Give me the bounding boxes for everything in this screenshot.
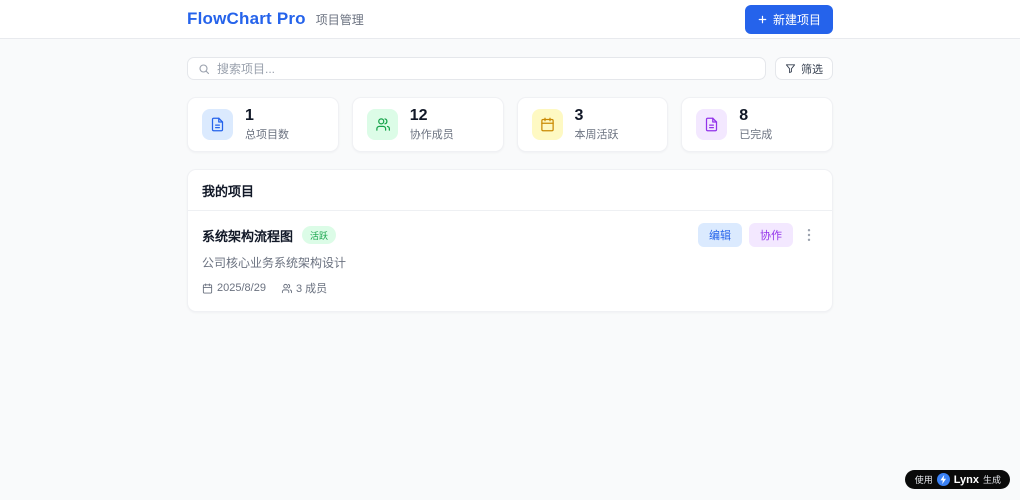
stats-row: 1 总项目数 12 协作成员 3 本周活跃 8 已完成 [187,97,833,152]
project-members: 3 成员 [281,280,327,296]
stat-text: 1 总项目数 [245,107,289,143]
search-input[interactable] [217,61,755,76]
stat-label: 总项目数 [245,129,289,142]
app-header: FlowChart Pro 项目管理 新建项目 [0,0,1020,39]
kebab-menu-icon [803,228,815,242]
project-date-text: 2025/8/29 [217,282,266,294]
project-actions: 编辑 协作 [698,223,818,247]
project-panel: 我的项目 系统架构流程图 活跃 编辑 协作 公司核心业务系统架构设计 2025/… [187,169,833,312]
stat-text: 8 已完成 [739,107,772,143]
stat-value: 3 [574,106,584,124]
filter-button[interactable]: 筛选 [775,57,833,80]
status-badge: 活跃 [302,226,337,244]
section-title: 我的项目 [188,170,832,211]
stat-card-total-projects: 1 总项目数 [187,97,339,152]
badge-brand: Lynx [953,473,979,486]
edit-button[interactable]: 编辑 [698,223,742,247]
stat-value: 8 [739,106,749,124]
main-content: 筛选 1 总项目数 12 协作成员 [187,57,833,312]
new-project-label: 新建项目 [772,12,821,27]
calendar-icon [531,109,563,140]
calendar-icon [202,282,213,294]
stat-label: 协作成员 [409,129,454,142]
filter-label: 筛选 [801,63,823,76]
badge-suffix: 生成 [982,475,1001,485]
project-date: 2025/8/29 [202,282,266,294]
app-subtitle: 项目管理 [315,13,364,27]
stat-value: 1 [245,106,254,124]
app-title: FlowChart Pro [187,9,306,28]
document-icon [696,109,728,140]
new-project-button[interactable]: 新建项目 [744,4,833,34]
page: FlowChart Pro 项目管理 新建项目 搜索项目... 筛选 1 总项目… [0,0,1020,500]
stat-label: 本周活跃 [574,129,619,142]
badge-prefix: 使用 [914,475,933,485]
search-icon [198,63,210,75]
search-row: 筛选 [187,57,833,80]
lynx-attribution-badge[interactable]: 使用 Lynx 生成 [904,470,1010,489]
lynx-logo-icon [936,473,950,486]
users-icon [281,283,292,294]
stat-value: 12 [409,106,428,124]
project-description: 公司核心业务系统架构设计 [202,256,347,270]
users-icon [366,109,398,140]
more-menu-button[interactable] [800,226,818,244]
project-row[interactable]: 系统架构流程图 活跃 编辑 协作 公司核心业务系统架构设计 2025/8/29 … [188,211,832,311]
stat-text: 12 协作成员 [410,107,454,143]
brand: FlowChart Pro 项目管理 [187,9,364,29]
stat-label: 已完成 [739,129,773,142]
stat-card-completed: 8 已完成 [681,97,833,152]
plus-icon [757,14,768,25]
document-icon [202,109,233,140]
filter-funnel-icon [785,63,796,74]
stat-text: 3 本周活跃 [575,107,619,143]
stat-card-weekly-active: 3 本周活跃 [516,97,669,152]
stat-card-collaborators: 12 协作成员 [351,97,504,152]
collaborate-button[interactable]: 协作 [749,223,793,247]
project-members-text: 3 成员 [295,283,328,295]
project-title: 系统架构流程图 [202,228,294,244]
project-meta: 2025/8/29 3 成员 [202,280,818,296]
search-box[interactable] [187,57,766,80]
